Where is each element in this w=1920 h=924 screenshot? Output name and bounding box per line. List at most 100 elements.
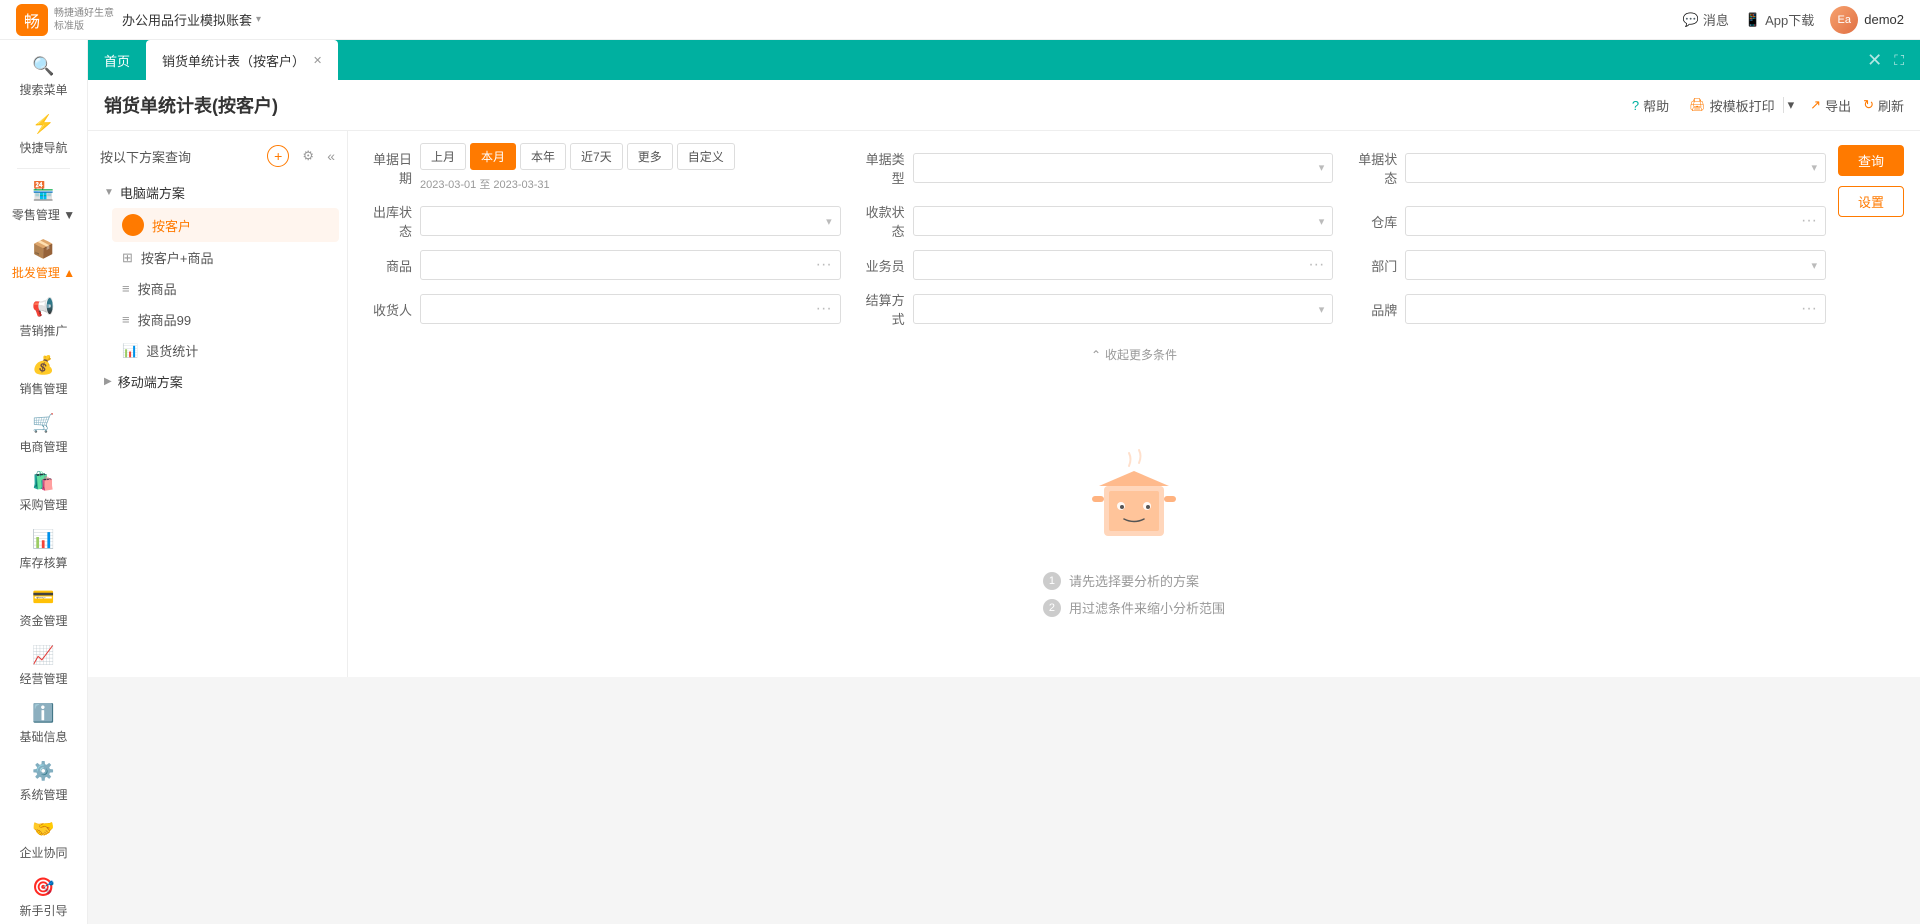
brand-dots-icon[interactable]: ··· (1801, 300, 1817, 318)
date-btn-this-month[interactable]: 本月 (470, 143, 516, 170)
window-close-button[interactable]: ✕ (1867, 50, 1882, 71)
filter-area: 单据日期 上月 本月 本年 近7天 更多 自定义 (364, 143, 1826, 334)
receipt-status-select[interactable]: ▾ (913, 206, 1334, 236)
doc-type-arrow-icon: ▾ (1319, 161, 1325, 174)
print-arrow-icon[interactable]: ▾ (1783, 97, 1799, 113)
sidebar-item-finance[interactable]: 💳 资金管理 (0, 579, 87, 637)
filter-receipt-status-item: 收款状态 ▾ (857, 202, 1334, 240)
tree-group-mobile-header[interactable]: ▶ 移动端方案 (96, 366, 339, 397)
sidebar-item-enterprise[interactable]: 🤝 企业协同 (0, 811, 87, 869)
salesperson-select[interactable]: ··· (913, 250, 1334, 280)
receiver-dots-icon[interactable]: ··· (816, 300, 832, 318)
sidebar-item-ecommerce[interactable]: 🛒 电商管理 (0, 405, 87, 463)
print-main[interactable]: 🖨 按模板打印 (1681, 96, 1783, 115)
sidebar-item-search-menu[interactable]: 🔍 搜索菜单 (0, 48, 87, 106)
sidebar-item-system[interactable]: ⚙️ 系统管理 (0, 753, 87, 811)
message-icon: 💬 (1683, 12, 1699, 28)
inventory-icon: 📊 (32, 529, 54, 550)
date-btn-custom[interactable]: 自定义 (677, 143, 735, 170)
tree-expand-icon: ▶ (104, 376, 112, 387)
sidebar-item-newbie[interactable]: 🎯 新手引导 (0, 869, 87, 924)
filter-section: 单据日期 上月 本月 本年 近7天 更多 自定义 (348, 131, 1920, 334)
sidebar-item-inventory[interactable]: 📊 库存核算 (0, 521, 87, 579)
date-options: 上月 本月 本年 近7天 更多 自定义 2023-03-01 至 2023-03… (420, 143, 841, 192)
logo-text: 畅捷通好生意 标准版 (54, 7, 114, 33)
sidebar-label: 资金管理 (19, 612, 67, 629)
filter-doc-status-item: 单据状态 ▾ (1349, 143, 1826, 192)
wholesale-icon: 📦 (32, 239, 54, 260)
settlement-label: 结算方式 (857, 290, 913, 328)
warehouse-dots-icon[interactable]: ··· (1801, 212, 1817, 230)
workspace-arrow-icon: ▾ (256, 14, 261, 25)
date-btn-last-month[interactable]: 上月 (420, 143, 466, 170)
refresh-button[interactable]: ↻ 刷新 (1863, 96, 1904, 115)
sidebar-item-marketing[interactable]: 📢 营销推广 (0, 289, 87, 347)
tree-item-return-stat[interactable]: 📊 退货统计 (112, 335, 339, 366)
product-select[interactable]: ··· (420, 250, 841, 280)
date-btn-7days[interactable]: 近7天 (570, 143, 623, 170)
username-label: demo2 (1864, 12, 1904, 27)
sidebar-label: 基础信息 (19, 728, 67, 745)
maximize-button[interactable]: ⛶ (1894, 52, 1904, 69)
plan-collapse-button[interactable]: « (327, 148, 335, 164)
quick-nav-icon: ⚡ (32, 114, 54, 135)
settings-button[interactable]: 设置 (1838, 186, 1904, 217)
plan-add-button[interactable]: + (267, 145, 289, 167)
product-dots-icon[interactable]: ··· (816, 256, 832, 274)
help-button[interactable]: ? 帮助 (1632, 96, 1669, 115)
plan-settings-button[interactable]: ⚙ (297, 145, 319, 167)
message-button[interactable]: 💬 消息 (1683, 10, 1729, 29)
sidebar-item-quick-nav[interactable]: ⚡ 快捷导航 (0, 106, 87, 164)
sidebar-item-sales[interactable]: 💰 销售管理 (0, 347, 87, 405)
workspace-label: 办公用品行业模拟账套 (122, 10, 252, 29)
tree-item-product-99[interactable]: ≡ 按商品99 (112, 304, 339, 335)
tab-home[interactable]: 首页 (88, 40, 146, 80)
salesperson-dots-icon[interactable]: ··· (1308, 256, 1324, 274)
tip-num-1: 1 (1043, 572, 1061, 590)
tree-item-by-product[interactable]: ≡ 按商品 (112, 273, 339, 304)
enterprise-icon: 🤝 (32, 819, 54, 840)
query-button[interactable]: 查询 (1838, 145, 1904, 176)
print-button[interactable]: 🖨 按模板打印 ▾ (1681, 96, 1798, 115)
export-label: 导出 (1825, 96, 1851, 115)
sidebar-divider-1 (17, 168, 69, 169)
sidebar-item-basic[interactable]: ℹ️ 基础信息 (0, 695, 87, 753)
product-99-icon: ≡ (122, 312, 130, 327)
tab-bar: 首页 销货单统计表（按客户） ✕ ✕ ⛶ (88, 40, 1920, 80)
tree-group-desktop-header[interactable]: ▼ 电脑端方案 (96, 177, 339, 208)
customer-product-icon: ⊞ (122, 250, 133, 266)
workspace-selector[interactable]: 办公用品行业模拟账套 ▾ (122, 10, 261, 29)
warehouse-select[interactable]: ··· (1405, 206, 1826, 236)
query-action-col: 查询 设置 (1838, 143, 1904, 334)
sidebar-item-operation[interactable]: 📈 经营管理 (0, 637, 87, 695)
sidebar-label: 营销推广 (19, 322, 67, 339)
settlement-select[interactable]: ▾ (913, 294, 1334, 324)
user-area[interactable]: Ea demo2 (1830, 6, 1904, 34)
empty-tips: 1 请先选择要分析的方案 2 用过滤条件来缩小分析范围 (1043, 571, 1225, 617)
sidebar: 🔍 搜索菜单 ⚡ 快捷导航 🏪 零售管理 ▼ 📦 批发管理 ▲ 📢 营销推广 (0, 40, 88, 924)
refresh-icon: ↻ (1863, 97, 1874, 113)
date-btn-more[interactable]: 更多 (627, 143, 673, 170)
collapse-label: 收起更多条件 (1105, 346, 1177, 363)
receiver-select[interactable]: ··· (420, 294, 841, 324)
sidebar-item-wholesale[interactable]: 📦 批发管理 ▲ (0, 231, 87, 289)
date-btn-this-year[interactable]: 本年 (520, 143, 566, 170)
tab-close-button[interactable]: ✕ (313, 54, 322, 67)
page-content: 销货单统计表(按客户) ? 帮助 🖨 按模板打印 (88, 80, 1920, 924)
tree-item-by-customer[interactable]: 按 按客户 (112, 208, 339, 242)
app-download-button[interactable]: 📱 App下载 (1745, 10, 1814, 29)
brand-select[interactable]: ··· (1405, 294, 1826, 324)
department-select[interactable]: ▾ (1405, 250, 1826, 280)
doc-status-select[interactable]: ▾ (1405, 153, 1826, 183)
filter-product-item: 商品 ··· (364, 250, 841, 280)
tree-children-desktop: 按 按客户 ⊞ 按客户+商品 ≡ (96, 208, 339, 366)
product-99-label: 按商品99 (138, 310, 191, 329)
doc-type-select[interactable]: ▾ (913, 153, 1334, 183)
out-status-select[interactable]: ▾ (420, 206, 841, 236)
export-button[interactable]: ↗ 导出 (1810, 96, 1851, 115)
sidebar-item-retail[interactable]: 🏪 零售管理 ▼ (0, 173, 87, 231)
collapse-bar[interactable]: ⌃ 收起更多条件 (348, 338, 1920, 371)
tab-sales-stat[interactable]: 销货单统计表（按客户） ✕ (146, 40, 338, 80)
sidebar-item-purchase[interactable]: 🛍️ 采购管理 (0, 463, 87, 521)
tree-item-customer-product[interactable]: ⊞ 按客户+商品 (112, 242, 339, 273)
